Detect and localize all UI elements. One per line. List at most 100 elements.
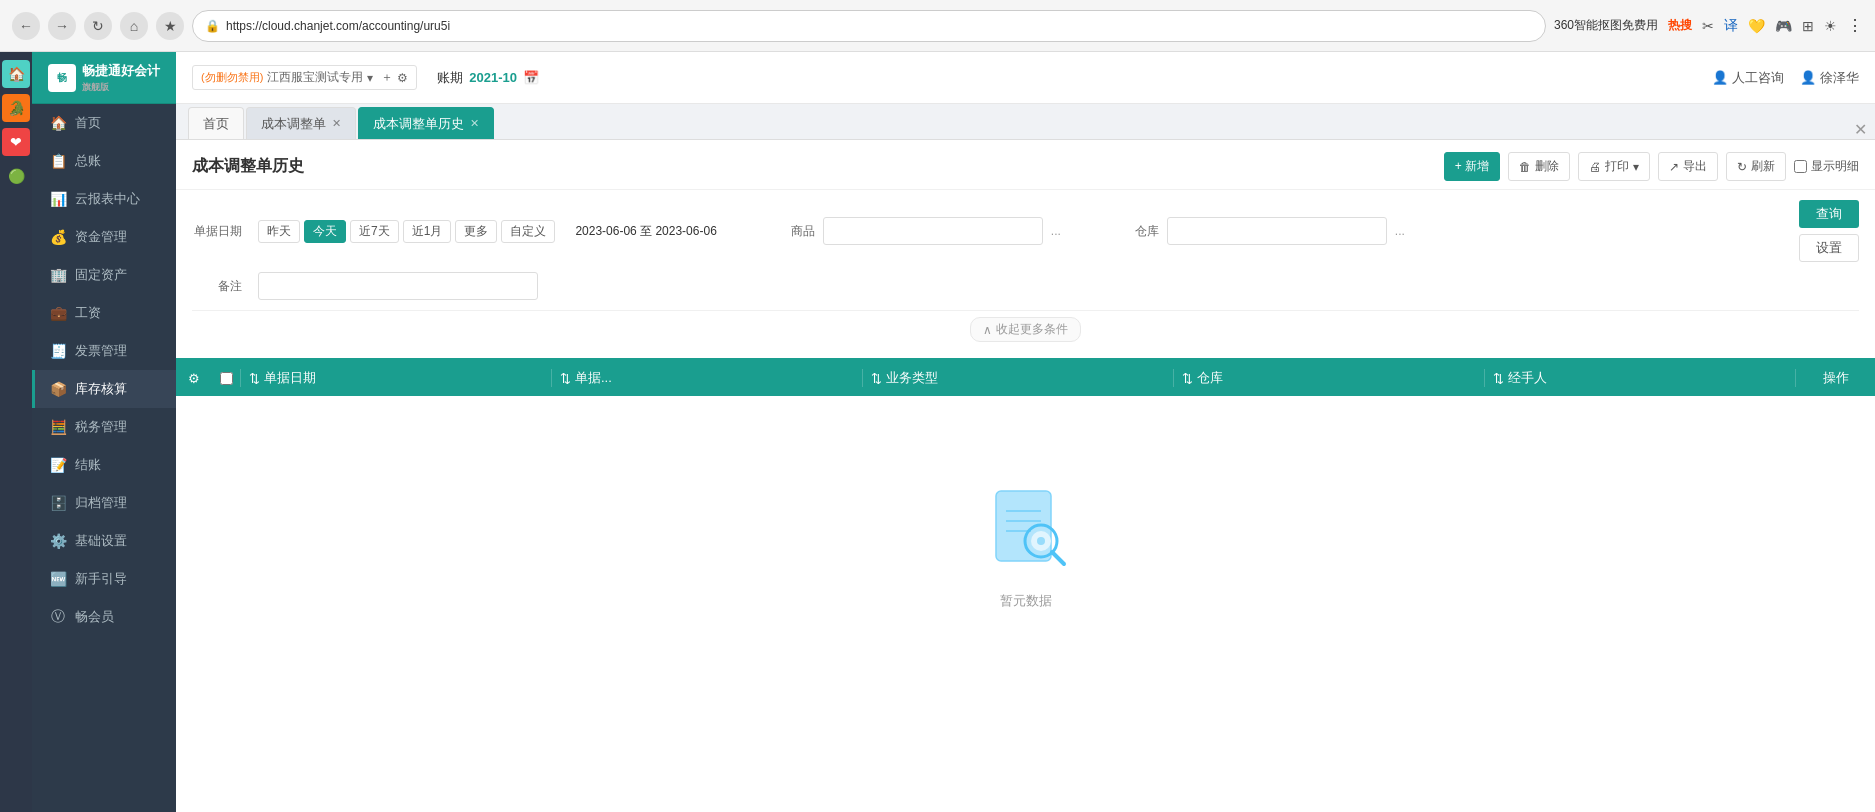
browser-bar: ← → ↻ ⌂ ★ 🔒 https://cloud.chanjet.com/ac… — [0, 0, 1875, 52]
sidebar-item-reports[interactable]: 📊 云报表中心 — [32, 180, 176, 218]
warehouse-more-btn[interactable]: ... — [1395, 224, 1405, 238]
date-btn-more[interactable]: 更多 — [455, 220, 497, 243]
collapse-button[interactable]: ∧ 收起更多条件 — [970, 317, 1081, 342]
home-button[interactable]: ⌂ — [120, 12, 148, 40]
warehouse-label: 仓库 — [1109, 223, 1159, 240]
th-gear[interactable]: ⚙ — [176, 371, 212, 386]
sidebar-item-tax[interactable]: 🧮 税务管理 — [32, 408, 176, 446]
th-biz-type-label: 业务类型 — [886, 369, 938, 387]
print-icon: 🖨 — [1589, 160, 1601, 174]
svg-line-6 — [1052, 552, 1064, 564]
settings-gear-icon[interactable]: ⚙ — [397, 71, 408, 85]
add-button[interactable]: + 新增 — [1444, 152, 1500, 181]
th-checkbox[interactable] — [212, 372, 240, 385]
sidebar-icon-salary: 💼 — [49, 305, 67, 321]
sidebar-item-capital[interactable]: 💰 资金管理 — [32, 218, 176, 256]
tab-cost-adjust-history-label: 成本调整单历史 — [373, 115, 464, 133]
date-btn-7days[interactable]: 近7天 — [350, 220, 399, 243]
warehouse-input[interactable] — [1167, 217, 1387, 245]
empty-icon — [976, 476, 1076, 576]
filter-row-2: 备注 — [192, 272, 1859, 300]
tab-cost-adjust[interactable]: 成本调整单 ✕ — [246, 107, 356, 139]
headset-icon: 👤 — [1712, 70, 1728, 85]
print-button[interactable]: 🖨 打印 ▾ — [1578, 152, 1650, 181]
th-warehouse-label: 仓库 — [1197, 369, 1223, 387]
th-ops: 操作 — [1795, 369, 1875, 387]
tab-cost-adjust-label: 成本调整单 — [261, 115, 326, 133]
show-cols-toggle[interactable]: 显示明细 — [1794, 158, 1859, 175]
user-avatar-icon: 👤 — [1800, 70, 1816, 85]
sidebar-item-settings[interactable]: ⚙️ 基础设置 — [32, 522, 176, 560]
tab-cost-adjust-history-close[interactable]: ✕ — [470, 117, 479, 130]
tab-home[interactable]: 首页 — [188, 107, 244, 139]
sidebar-item-settlement[interactable]: 📝 结账 — [32, 446, 176, 484]
sidebar-icon-capital: 💰 — [49, 229, 67, 245]
sidebar-label-guide: 新手引导 — [75, 570, 127, 588]
sidebar-item-ledger[interactable]: 📋 总账 — [32, 142, 176, 180]
sidebar-label-archive: 归档管理 — [75, 494, 127, 512]
sidebar-item-invoice[interactable]: 🧾 发票管理 — [32, 332, 176, 370]
support-label: 人工咨询 — [1732, 69, 1784, 87]
export-icon: ↗ — [1669, 160, 1679, 174]
back-button[interactable]: ← — [12, 12, 40, 40]
th-biz-type[interactable]: ⇅ 业务类型 — [862, 369, 1173, 387]
goods-more-btn[interactable]: ... — [1051, 224, 1061, 238]
th-date[interactable]: ⇅ 单据日期 — [240, 369, 551, 387]
filter-row-1: 单据日期 昨天 今天 近7天 近1月 更多 自定义 2023-06-06 至 2… — [192, 200, 1859, 262]
sidebar-icon-archive: 🗄️ — [49, 495, 67, 511]
date-btn-custom[interactable]: 自定义 — [501, 220, 555, 243]
sidebar-item-vip[interactable]: Ⓥ 畅会员 — [32, 598, 176, 636]
svg-point-7 — [1037, 537, 1045, 545]
sidebar-label-invoice: 发票管理 — [75, 342, 127, 360]
add-company-icon[interactable]: ＋ — [381, 69, 393, 86]
support-btn[interactable]: 👤 人工咨询 — [1712, 69, 1784, 87]
sidebar-item-guide[interactable]: 🆕 新手引导 — [32, 560, 176, 598]
show-cols-checkbox[interactable] — [1794, 160, 1807, 173]
export-button[interactable]: ↗ 导出 — [1658, 152, 1718, 181]
th-warehouse[interactable]: ⇅ 仓库 — [1173, 369, 1484, 387]
sidebar-icon-inventory: 📦 — [49, 381, 67, 397]
tab-cost-adjust-history[interactable]: 成本调整单历史 ✕ — [358, 107, 494, 139]
tab-cost-adjust-close[interactable]: ✕ — [332, 117, 341, 130]
period-value: 2021-10 — [469, 70, 517, 85]
date-btn-today[interactable]: 今天 — [304, 220, 346, 243]
date-label: 单据日期 — [192, 223, 242, 240]
sidebar-item-archive[interactable]: 🗄️ 归档管理 — [32, 484, 176, 522]
user-btn[interactable]: 👤 徐泽华 — [1800, 69, 1859, 87]
icon-bar-app4[interactable]: 🟢 — [2, 162, 30, 190]
sidebar-item-inventory[interactable]: 📦 库存核算 — [32, 370, 176, 408]
forward-button[interactable]: → — [48, 12, 76, 40]
bookmark-button[interactable]: ★ — [156, 12, 184, 40]
icon-bar-app3[interactable]: ❤ — [2, 128, 30, 156]
th-ops-label: 操作 — [1823, 369, 1849, 387]
address-url: https://cloud.chanjet.com/accounting/uru… — [226, 19, 450, 33]
select-all-checkbox[interactable] — [220, 372, 233, 385]
sidebar: 畅 畅捷通好会计 旗舰版 🏠 首页 📋 总账 📊 云报表中心 💰 资金管理 🏢 … — [32, 52, 176, 812]
sidebar-item-salary[interactable]: 💼 工资 — [32, 294, 176, 332]
refresh-button[interactable]: ↻ 刷新 — [1726, 152, 1786, 181]
date-btn-1month[interactable]: 近1月 — [403, 220, 452, 243]
delete-icon: 🗑 — [1519, 160, 1531, 174]
close-icon[interactable]: ✕ — [1854, 120, 1867, 139]
sidebar-label-fixed-assets: 固定资产 — [75, 266, 127, 284]
icon-bar-main[interactable]: 🏠 — [2, 60, 30, 88]
search-text: 360智能抠图免费用 — [1554, 17, 1658, 34]
sidebar-item-fixed-assets[interactable]: 🏢 固定资产 — [32, 256, 176, 294]
sidebar-item-home[interactable]: 🏠 首页 — [32, 104, 176, 142]
collapse-label: 收起更多条件 — [996, 321, 1068, 338]
date-btn-yesterday[interactable]: 昨天 — [258, 220, 300, 243]
sidebar-label-home: 首页 — [75, 114, 101, 132]
company-selector[interactable]: (勿删勿禁用) 江西服宝测试专用 ▾ ＋ ⚙ — [192, 65, 417, 90]
refresh-button[interactable]: ↻ — [84, 12, 112, 40]
delete-button[interactable]: 🗑 删除 — [1508, 152, 1570, 181]
calendar-icon[interactable]: 📅 — [523, 70, 539, 85]
icon-bar-app2[interactable]: 🐊 — [2, 94, 30, 122]
filter-settings-button[interactable]: 设置 — [1799, 234, 1859, 262]
main-content: (勿删勿禁用) 江西服宝测试专用 ▾ ＋ ⚙ 账期 2021-10 📅 👤 人工… — [176, 52, 1875, 812]
query-button[interactable]: 查询 — [1799, 200, 1859, 228]
th-number[interactable]: ⇅ 单据... — [551, 369, 862, 387]
goods-input[interactable] — [823, 217, 1043, 245]
address-bar[interactable]: 🔒 https://cloud.chanjet.com/accounting/u… — [192, 10, 1546, 42]
remark-input[interactable] — [258, 272, 538, 300]
th-handler[interactable]: ⇅ 经手人 — [1484, 369, 1795, 387]
